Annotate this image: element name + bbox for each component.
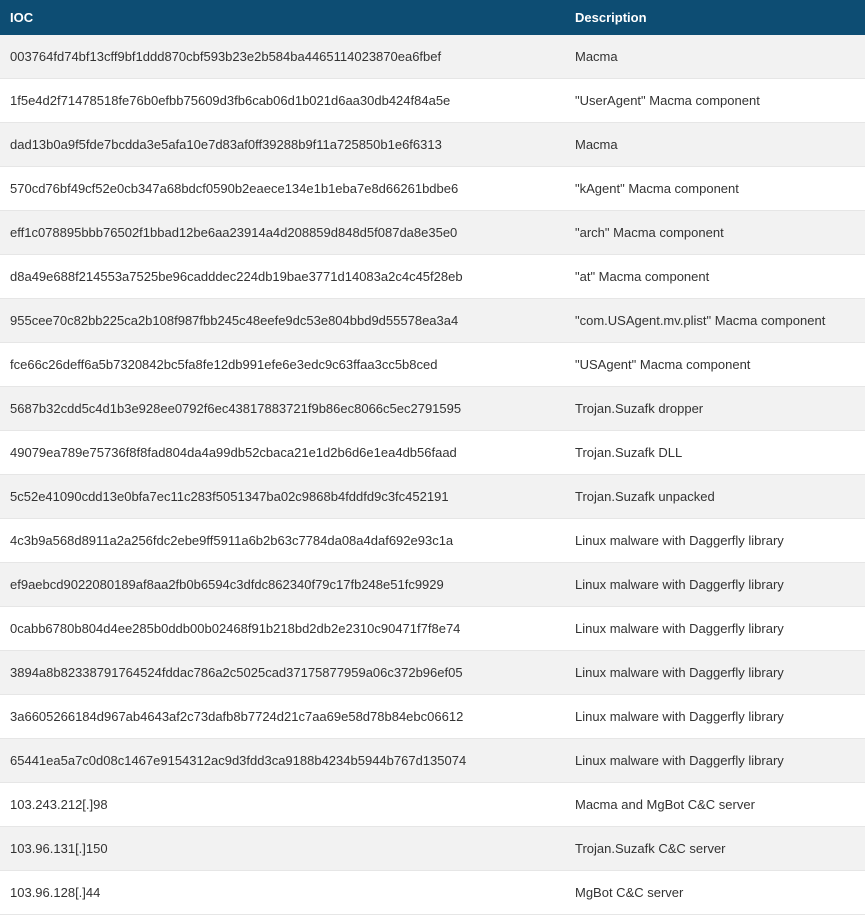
ioc-value: 003764fd74bf13cff9bf1ddd870cbf593b23e2b5… (0, 35, 565, 79)
description-value: "com.USAgent.mv.plist" Macma component (565, 299, 865, 343)
description-value: Macma and MgBot C&C server (565, 783, 865, 827)
table-row: 3a6605266184d967ab4643af2c73dafb8b7724d2… (0, 695, 865, 739)
table-row: 103.243.212[.]98Macma and MgBot C&C serv… (0, 783, 865, 827)
header-description: Description (565, 0, 865, 35)
ioc-value: 49079ea789e75736f8f8fad804da4a99db52cbac… (0, 431, 565, 475)
table-header-row: IOC Description (0, 0, 865, 35)
ioc-value: eff1c078895bbb76502f1bbad12be6aa23914a4d… (0, 211, 565, 255)
ioc-value: 0cabb6780b804d4ee285b0ddb00b02468f91b218… (0, 607, 565, 651)
description-value: Trojan.Suzafk C&C server (565, 827, 865, 871)
table-row: 003764fd74bf13cff9bf1ddd870cbf593b23e2b5… (0, 35, 865, 79)
table-row: 955cee70c82bb225ca2b108f987fbb245c48eefe… (0, 299, 865, 343)
table-row: ef9aebcd9022080189af8aa2fb0b6594c3dfdc86… (0, 563, 865, 607)
description-value: "USAgent" Macma component (565, 343, 865, 387)
table-row: d8a49e688f214553a7525be96cadddec224db19b… (0, 255, 865, 299)
ioc-value: d8a49e688f214553a7525be96cadddec224db19b… (0, 255, 565, 299)
table-row: 5c52e41090cdd13e0bfa7ec11c283f5051347ba0… (0, 475, 865, 519)
description-value: Linux malware with Daggerfly library (565, 695, 865, 739)
description-value: Macma (565, 35, 865, 79)
description-value: Linux malware with Daggerfly library (565, 607, 865, 651)
ioc-value: 955cee70c82bb225ca2b108f987fbb245c48eefe… (0, 299, 565, 343)
description-value: Linux malware with Daggerfly library (565, 563, 865, 607)
ioc-value: 5687b32cdd5c4d1b3e928ee0792f6ec438178837… (0, 387, 565, 431)
table-row: 65441ea5a7c0d08c1467e9154312ac9d3fdd3ca9… (0, 739, 865, 783)
table-row: 1f5e4d2f71478518fe76b0efbb75609d3fb6cab0… (0, 79, 865, 123)
ioc-value: 65441ea5a7c0d08c1467e9154312ac9d3fdd3ca9… (0, 739, 565, 783)
description-value: "arch" Macma component (565, 211, 865, 255)
table-row: eff1c078895bbb76502f1bbad12be6aa23914a4d… (0, 211, 865, 255)
description-value: Trojan.Suzafk dropper (565, 387, 865, 431)
description-value: Macma (565, 123, 865, 167)
description-value: Linux malware with Daggerfly library (565, 651, 865, 695)
description-value: "kAgent" Macma component (565, 167, 865, 211)
ioc-value: ef9aebcd9022080189af8aa2fb0b6594c3dfdc86… (0, 563, 565, 607)
description-value: "at" Macma component (565, 255, 865, 299)
table-row: 103.96.128[.]44MgBot C&C server (0, 871, 865, 915)
table-row: 5687b32cdd5c4d1b3e928ee0792f6ec438178837… (0, 387, 865, 431)
ioc-value: 570cd76bf49cf52e0cb347a68bdcf0590b2eaece… (0, 167, 565, 211)
table-row: 103.96.131[.]150Trojan.Suzafk C&C server (0, 827, 865, 871)
ioc-value: 3a6605266184d967ab4643af2c73dafb8b7724d2… (0, 695, 565, 739)
header-ioc: IOC (0, 0, 565, 35)
description-value: Trojan.Suzafk unpacked (565, 475, 865, 519)
ioc-value: 4c3b9a568d8911a2a256fdc2ebe9ff5911a6b2b6… (0, 519, 565, 563)
description-value: MgBot C&C server (565, 871, 865, 915)
ioc-value: 103.243.212[.]98 (0, 783, 565, 827)
ioc-value: dad13b0a9f5fde7bcdda3e5afa10e7d83af0ff39… (0, 123, 565, 167)
ioc-value: 103.96.131[.]150 (0, 827, 565, 871)
table-row: 570cd76bf49cf52e0cb347a68bdcf0590b2eaece… (0, 167, 865, 211)
table-row: 3894a8b82338791764524fddac786a2c5025cad3… (0, 651, 865, 695)
ioc-value: fce66c26deff6a5b7320842bc5fa8fe12db991ef… (0, 343, 565, 387)
table-row: fce66c26deff6a5b7320842bc5fa8fe12db991ef… (0, 343, 865, 387)
ioc-value: 1f5e4d2f71478518fe76b0efbb75609d3fb6cab0… (0, 79, 565, 123)
table-row: 0cabb6780b804d4ee285b0ddb00b02468f91b218… (0, 607, 865, 651)
ioc-value: 103.96.128[.]44 (0, 871, 565, 915)
description-value: Linux malware with Daggerfly library (565, 519, 865, 563)
ioc-table: IOC Description 003764fd74bf13cff9bf1ddd… (0, 0, 865, 915)
ioc-value: 5c52e41090cdd13e0bfa7ec11c283f5051347ba0… (0, 475, 565, 519)
table-row: 49079ea789e75736f8f8fad804da4a99db52cbac… (0, 431, 865, 475)
description-value: Trojan.Suzafk DLL (565, 431, 865, 475)
table-body: 003764fd74bf13cff9bf1ddd870cbf593b23e2b5… (0, 35, 865, 915)
table-row: 4c3b9a568d8911a2a256fdc2ebe9ff5911a6b2b6… (0, 519, 865, 563)
description-value: "UserAgent" Macma component (565, 79, 865, 123)
table-row: dad13b0a9f5fde7bcdda3e5afa10e7d83af0ff39… (0, 123, 865, 167)
ioc-value: 3894a8b82338791764524fddac786a2c5025cad3… (0, 651, 565, 695)
description-value: Linux malware with Daggerfly library (565, 739, 865, 783)
